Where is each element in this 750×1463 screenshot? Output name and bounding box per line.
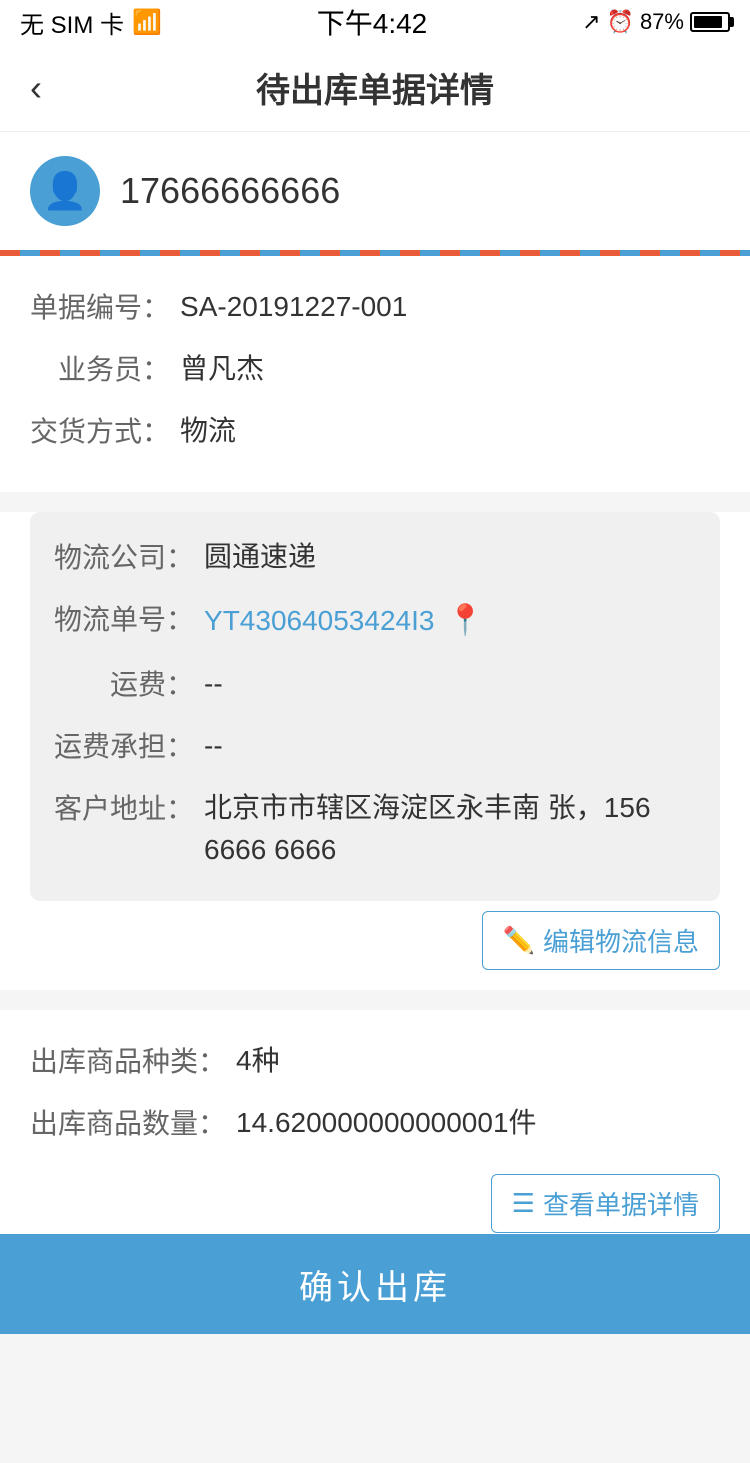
location-status-icon: ↗ [582, 9, 600, 35]
freight-bear-row: 运费承担： -- [54, 725, 696, 767]
status-time: 下午4:42 [317, 2, 428, 42]
carrier-text: 无 SIM 卡 [20, 5, 124, 40]
battery-percentage: 87% [640, 9, 684, 35]
freight-row: 运费： -- [54, 663, 696, 705]
avatar: 👤 [30, 156, 100, 226]
page-title: 待出库单据详情 [256, 63, 494, 112]
edit-icon: ✏️ [503, 925, 535, 956]
salesman-value: 曾凡杰 [170, 348, 720, 390]
nav-bar: ‹ 待出库单据详情 [0, 44, 750, 132]
delivery-value: 物流 [170, 410, 720, 452]
back-button[interactable]: ‹ [30, 67, 90, 109]
avatar-icon: 👤 [43, 170, 88, 212]
document-number-label: 单据编号： [30, 286, 170, 326]
logistics-company-label: 物流公司： [54, 536, 194, 576]
confirm-btn-wrap: 确认出库 [0, 1234, 750, 1334]
detail-icon: ☰ [512, 1188, 535, 1219]
document-info-section: 单据编号： SA-20191227-001 业务员： 曾凡杰 交货方式： 物流 [0, 256, 750, 492]
edit-logistics-button[interactable]: ✏️ 编辑物流信息 [482, 911, 720, 970]
goods-type-row: 出库商品种类： 4种 [30, 1040, 720, 1082]
section-divider [0, 990, 750, 1010]
status-bar: 无 SIM 卡 📶 下午4:42 ↗ ⏰ 87% [0, 0, 750, 44]
wifi-icon: 📶 [132, 8, 162, 37]
status-right: ↗ ⏰ 87% [582, 9, 730, 35]
delivery-row: 交货方式： 物流 [30, 410, 720, 452]
edit-logistics-label: 编辑物流信息 [543, 922, 699, 959]
customer-phone: 17666666666 [120, 170, 340, 212]
battery-icon [690, 12, 730, 32]
logistics-tracking-label: 物流单号： [54, 598, 194, 638]
freight-bear-label: 运费承担： [54, 725, 194, 765]
edit-btn-row: ✏️ 编辑物流信息 [0, 901, 750, 990]
tracking-number: YT43064053424I3 [204, 600, 434, 642]
salesman-row: 业务员： 曾凡杰 [30, 348, 720, 390]
logistics-company-row: 物流公司： 圆通速递 [54, 536, 696, 578]
goods-qty-value: 14.620000000000001件 [226, 1102, 720, 1144]
delivery-label: 交货方式： [30, 410, 170, 450]
confirm-outbound-button[interactable]: 确认出库 [299, 1260, 451, 1309]
view-detail-button[interactable]: ☰ 查看单据详情 [491, 1174, 720, 1233]
address-row: 客户地址： 北京市市辖区海淀区永丰南 张，156 6666 6666 [54, 787, 696, 871]
goods-section: 出库商品种类： 4种 出库商品数量： 14.620000000000001件 ☰… [0, 1010, 750, 1263]
logistics-tracking-row: 物流单号： YT43064053424I3 📍 [54, 598, 696, 643]
document-number-value: SA-20191227-001 [170, 286, 720, 328]
logistics-card: 物流公司： 圆通速递 物流单号： YT43064053424I3 📍 运费： -… [30, 512, 720, 901]
logistics-company-value: 圆通速递 [194, 536, 696, 578]
freight-label: 运费： [54, 663, 194, 703]
salesman-label: 业务员： [30, 348, 170, 388]
alarm-icon: ⏰ [607, 9, 634, 35]
battery-fill [694, 16, 722, 28]
goods-qty-label: 出库商品数量： [30, 1102, 226, 1142]
goods-qty-row: 出库商品数量： 14.620000000000001件 [30, 1102, 720, 1144]
goods-type-label: 出库商品种类： [30, 1040, 226, 1080]
freight-bear-value: -- [194, 725, 696, 767]
view-detail-label: 查看单据详情 [543, 1185, 699, 1222]
logistics-tracking-value: YT43064053424I3 📍 [194, 598, 696, 643]
status-left: 无 SIM 卡 📶 [20, 5, 162, 40]
customer-header: 👤 17666666666 [0, 132, 750, 250]
document-number-row: 单据编号： SA-20191227-001 [30, 286, 720, 328]
freight-value: -- [194, 663, 696, 705]
address-value: 北京市市辖区海淀区永丰南 张，156 6666 6666 [194, 787, 696, 871]
goods-type-value: 4种 [226, 1040, 720, 1082]
map-pin-icon[interactable]: 📍 [446, 598, 483, 643]
address-label: 客户地址： [54, 787, 194, 827]
